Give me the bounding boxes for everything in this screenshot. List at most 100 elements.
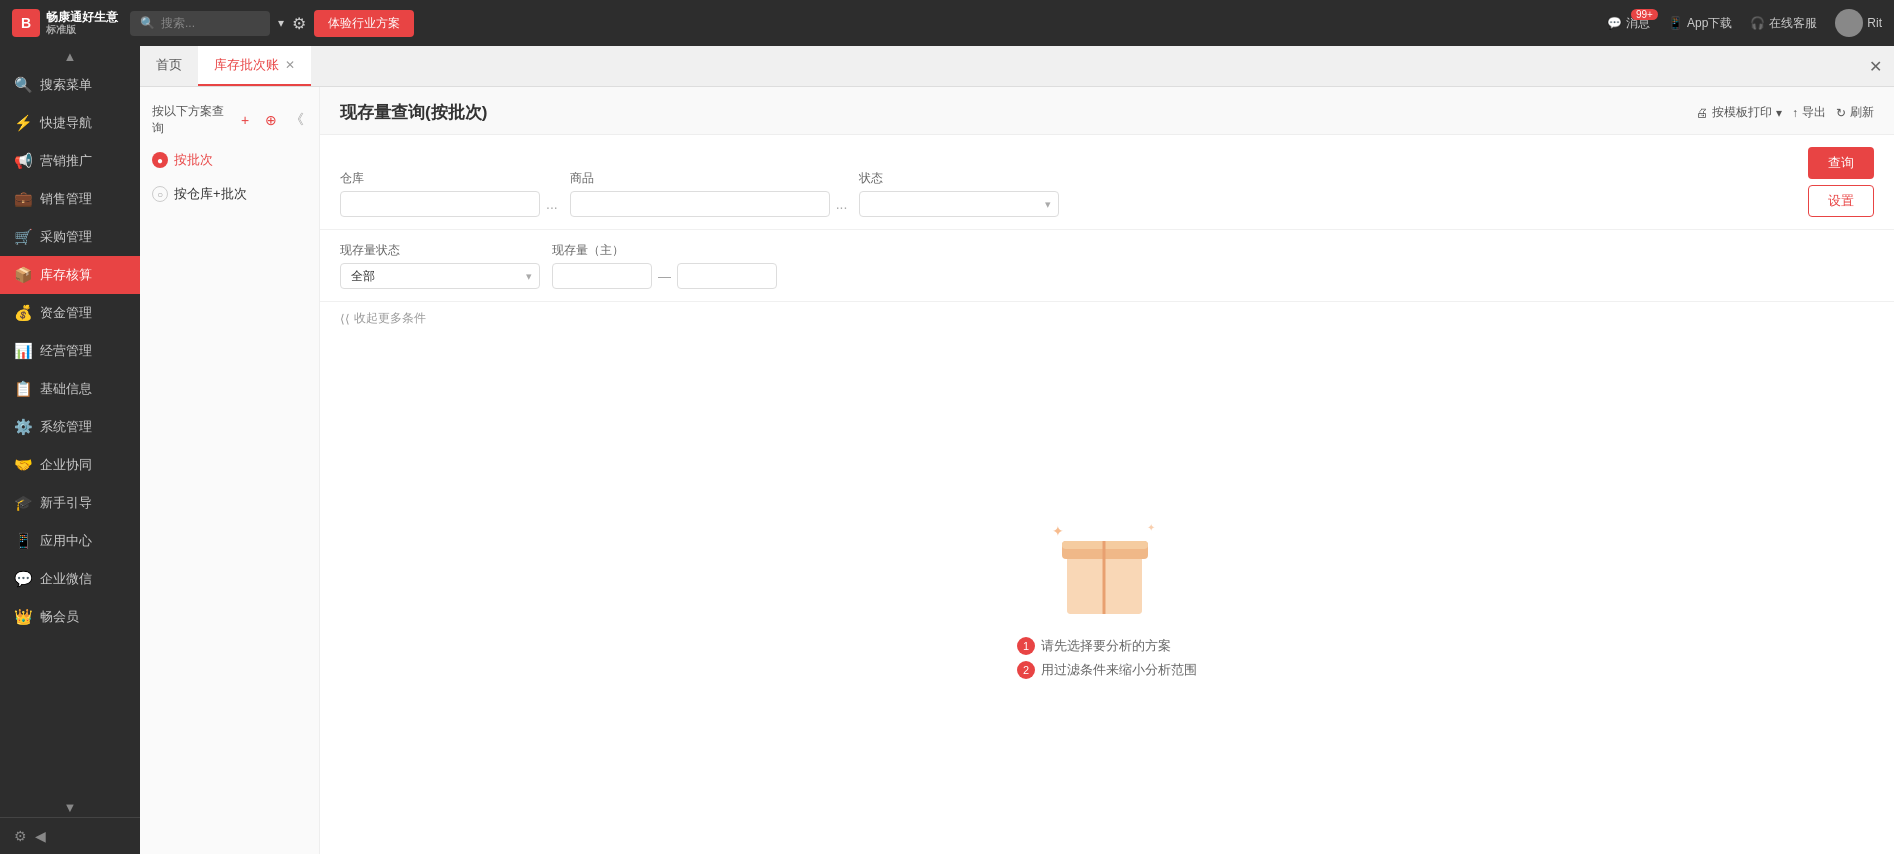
sidebar-item-member[interactable]: 👑 畅会员: [0, 598, 140, 636]
user-name: Rit: [1867, 16, 1882, 30]
collapse-label: 收起更多条件: [354, 310, 426, 327]
global-close-btn[interactable]: ✕: [1857, 46, 1894, 86]
scheme-batch[interactable]: ● 按批次: [140, 143, 319, 177]
empty-hint-1: 1 请先选择要分析的方案: [1017, 637, 1197, 655]
export-icon: ↑: [1792, 106, 1798, 120]
sidebar-item-enterprise[interactable]: 🤝 企业协同: [0, 446, 140, 484]
sidebar-item-label-wechat: 企业微信: [40, 570, 92, 588]
trial-btn[interactable]: 体验行业方案: [314, 10, 414, 37]
sidebar-item-operation[interactable]: 📊 经营管理: [0, 332, 140, 370]
topbar-right: 💬 消息 99+ 📱 App下载 🎧 在线客服 Rit: [1607, 9, 1882, 37]
topbar-center: 🔍 搜索... ▾ ⚙ 体验行业方案: [130, 10, 1607, 37]
tab-close-icon[interactable]: ✕: [285, 59, 295, 71]
stock-amount-field: 现存量（主） —: [552, 242, 777, 289]
filter-panel-header-actions: + ⊕ 《: [235, 110, 307, 130]
panel-collapse-btn[interactable]: 《: [287, 110, 307, 130]
print-icon: 🖨: [1696, 106, 1708, 120]
status-select-wrapper: 启用 停用: [859, 191, 1059, 217]
page-content: 按以下方案查询 + ⊕ 《 ● 按批次 ○ 按仓库+批次: [140, 87, 1894, 854]
tab-home-label: 首页: [156, 56, 182, 74]
print-btn[interactable]: 🖨 按模板打印 ▾: [1696, 104, 1782, 121]
sidebar-item-apps[interactable]: 📱 应用中心: [0, 522, 140, 560]
scheme-warehouse-batch[interactable]: ○ 按仓库+批次: [140, 177, 319, 211]
settings-btn[interactable]: 设置: [1808, 185, 1874, 217]
sidebar-item-purchase[interactable]: 🛒 采购管理: [0, 218, 140, 256]
app-download-btn[interactable]: 📱 App下载: [1668, 15, 1732, 32]
tab-inventory-batch[interactable]: 库存批次账 ✕: [198, 46, 311, 86]
filter-panel-title: 按以下方案查询: [152, 103, 235, 137]
sidebar-item-label-marketing: 营销推广: [40, 152, 92, 170]
status-select[interactable]: 启用 停用: [859, 191, 1059, 217]
apps-icon: 📱: [14, 532, 32, 550]
add-scheme-btn[interactable]: +: [235, 110, 255, 130]
sidebar-item-basic[interactable]: 📋 基础信息: [0, 370, 140, 408]
sidebar-item-label-apps: 应用中心: [40, 532, 92, 550]
sidebar-item-label-member: 畅会员: [40, 608, 79, 626]
stock-amount-max[interactable]: [677, 263, 777, 289]
basic-icon: 📋: [14, 380, 32, 398]
sidebar-collapse-btn[interactable]: ◀: [35, 828, 46, 844]
collapse-conditions-btn[interactable]: ⟨⟨ 收起更多条件: [320, 302, 1894, 335]
topbar: B 畅康通好生意 标准版 🔍 搜索... ▾ ⚙ 体验行业方案 💬 消息 99+…: [0, 0, 1894, 46]
tab-home[interactable]: 首页: [140, 46, 198, 86]
sidebar-item-wechat[interactable]: 💬 企业微信: [0, 560, 140, 598]
goods-input[interactable]: [570, 191, 830, 217]
topbar-search[interactable]: 🔍 搜索...: [130, 11, 270, 36]
sidebar-scroll-up[interactable]: ▲: [0, 46, 140, 66]
finance-icon: 💰: [14, 304, 32, 322]
sidebar-settings-btn[interactable]: ⚙: [14, 828, 27, 844]
online-service-btn[interactable]: 🎧 在线客服: [1750, 15, 1817, 32]
search-placeholder: 搜索...: [161, 15, 195, 32]
sidebar-item-label-operation: 经营管理: [40, 342, 92, 360]
sidebar-item-search[interactable]: 🔍 搜索菜单: [0, 66, 140, 104]
stock-status-select-wrapper: 全部 有库存 无库存: [340, 263, 540, 289]
stock-amount-min[interactable]: [552, 263, 652, 289]
topbar-dropdown-btn[interactable]: ▾: [278, 16, 284, 30]
warehouse-dots-btn[interactable]: ...: [546, 196, 558, 212]
refresh-label: 刷新: [1850, 104, 1874, 121]
marketing-icon: 📢: [14, 152, 32, 170]
sidebar-item-marketing[interactable]: 📢 营销推广: [0, 142, 140, 180]
scheme-batch-icon: ●: [152, 152, 168, 168]
messages-badge: 99+: [1631, 9, 1658, 20]
print-dropdown-icon: ▾: [1776, 106, 1782, 120]
scheme-warehouse-batch-icon: ○: [152, 186, 168, 202]
sidebar-menu: 🔍 搜索菜单 ⚡ 快捷导航 📢 营销推广 💼 销售管理 🛒 采购管理 📦: [0, 66, 140, 797]
sidebar-scroll-down[interactable]: ▼: [0, 797, 140, 817]
member-icon: 👑: [14, 608, 32, 626]
sidebar-item-guide[interactable]: 🎓 新手引导: [0, 484, 140, 522]
guide-icon: 🎓: [14, 494, 32, 512]
scheme-warehouse-batch-label: 按仓库+批次: [174, 185, 247, 203]
goods-field: 商品 ...: [570, 170, 848, 217]
refresh-icon: ↻: [1836, 106, 1846, 120]
stock-amount-sep: —: [658, 269, 671, 284]
goods-dots-btn[interactable]: ...: [836, 196, 848, 212]
empty-state: ✦ ✦ 1 请先选择要分析的方案 2 用过滤条件来缩小分析范围: [320, 335, 1894, 854]
logo-text: 畅康通好生意 标准版: [46, 10, 118, 36]
export-btn[interactable]: ↑ 导出: [1792, 104, 1826, 121]
sidebar-item-system[interactable]: ⚙️ 系统管理: [0, 408, 140, 446]
sidebar-item-finance[interactable]: 💰 资金管理: [0, 294, 140, 332]
refresh-btn[interactable]: ↻ 刷新: [1836, 104, 1874, 121]
empty-hint-2: 2 用过滤条件来缩小分析范围: [1017, 661, 1197, 679]
tab-inventory-batch-label: 库存批次账: [214, 56, 279, 74]
enterprise-icon: 🤝: [14, 456, 32, 474]
topbar-settings-btn[interactable]: ⚙: [292, 14, 306, 33]
sidebar-item-nav[interactable]: ⚡ 快捷导航: [0, 104, 140, 142]
query-btn[interactable]: 查询: [1808, 147, 1874, 179]
app-download-label: App下载: [1687, 15, 1732, 32]
stock-status-select[interactable]: 全部 有库存 无库存: [340, 263, 540, 289]
warehouse-input[interactable]: [340, 191, 540, 217]
sidebar-item-inventory[interactable]: 📦 库存核算: [0, 256, 140, 294]
sidebar-item-label-basic: 基础信息: [40, 380, 92, 398]
messages-btn[interactable]: 💬 消息 99+: [1607, 15, 1650, 32]
user-avatar-btn[interactable]: Rit: [1835, 9, 1882, 37]
company-name: 畅康通好生意: [46, 10, 118, 24]
print-label: 按模板打印: [1712, 104, 1772, 121]
sidebar-item-sales[interactable]: 💼 销售管理: [0, 180, 140, 218]
avatar: [1835, 9, 1863, 37]
headset-icon: 🎧: [1750, 16, 1765, 30]
svg-text:✦: ✦: [1052, 523, 1064, 539]
scheme-settings-btn[interactable]: ⊕: [261, 110, 281, 130]
warehouse-label: 仓库: [340, 170, 558, 187]
